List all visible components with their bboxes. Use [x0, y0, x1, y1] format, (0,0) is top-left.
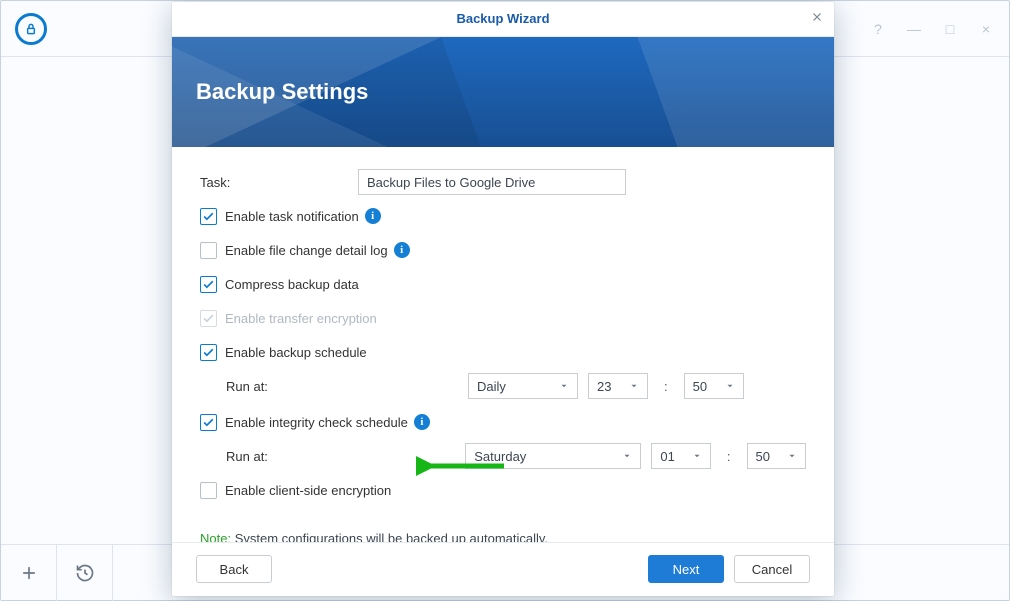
integrity-runat-row: Run at: Saturday 01 : 50	[200, 441, 806, 471]
label-notification[interactable]: Enable task notification	[225, 209, 359, 224]
chevron-down-icon	[725, 381, 735, 391]
chevron-down-icon	[629, 381, 639, 391]
note-label: Note:	[200, 531, 231, 542]
wizard-banner: Backup Settings	[172, 37, 834, 147]
select-schedule-frequency[interactable]: Daily	[468, 373, 578, 399]
task-label: Task:	[200, 175, 348, 190]
wizard-footer: Back Next Cancel	[172, 542, 834, 596]
minimize-icon[interactable]: —	[905, 20, 923, 38]
select-integrity-hour[interactable]: 01	[651, 443, 711, 469]
chevron-down-icon	[787, 451, 797, 461]
time-colon: :	[664, 379, 668, 394]
wizard-titlebar: Backup Wizard	[172, 2, 834, 37]
select-integrity-minute[interactable]: 50	[747, 443, 807, 469]
option-schedule: Enable backup schedule	[200, 337, 806, 367]
time-colon: :	[727, 449, 731, 464]
checkbox-integrity[interactable]	[200, 414, 217, 431]
chevron-down-icon	[622, 451, 632, 461]
label-client-encryption[interactable]: Enable client-side encryption	[225, 483, 391, 498]
runat-label: Run at:	[226, 379, 458, 394]
label-compress[interactable]: Compress backup data	[225, 277, 359, 292]
chevron-down-icon	[692, 451, 702, 461]
wizard-dialog: Backup Wizard Backup Settings Task: Enab…	[172, 2, 834, 596]
help-icon[interactable]: ?	[869, 20, 887, 38]
back-button[interactable]: Back	[196, 555, 272, 583]
close-bg-icon[interactable]: ×	[977, 20, 995, 38]
maximize-icon[interactable]: □	[941, 20, 959, 38]
option-notification: Enable task notification i	[200, 201, 806, 231]
app-logo	[15, 13, 47, 45]
chevron-down-icon	[559, 381, 569, 391]
label-integrity[interactable]: Enable integrity check schedule	[225, 415, 408, 430]
checkbox-changelog[interactable]	[200, 242, 217, 259]
select-schedule-hour[interactable]: 23	[588, 373, 648, 399]
option-changelog: Enable file change detail log i	[200, 235, 806, 265]
runat-label: Run at:	[226, 449, 455, 464]
close-icon[interactable]	[810, 10, 824, 27]
wizard-body: Task: Enable task notification i Enable …	[172, 147, 834, 542]
label-changelog[interactable]: Enable file change detail log	[225, 243, 388, 258]
next-button[interactable]: Next	[648, 555, 724, 583]
info-icon[interactable]: i	[414, 414, 430, 430]
label-transfer-enc: Enable transfer encryption	[225, 311, 377, 326]
option-client-enc: Enable client-side encryption	[200, 475, 806, 505]
select-schedule-minute[interactable]: 50	[684, 373, 744, 399]
page-title: Backup Settings	[196, 79, 368, 105]
wizard-title: Backup Wizard	[456, 11, 549, 26]
info-icon[interactable]: i	[365, 208, 381, 224]
window-controls: ? — □ ×	[869, 20, 995, 38]
schedule-runat-row: Run at: Daily 23 : 50	[200, 371, 806, 401]
label-schedule[interactable]: Enable backup schedule	[225, 345, 367, 360]
note-row: Note: System configurations will be back…	[200, 531, 806, 542]
checkbox-transfer-enc	[200, 310, 217, 327]
info-icon[interactable]: i	[394, 242, 410, 258]
select-integrity-day[interactable]: Saturday	[465, 443, 641, 469]
checkbox-compress[interactable]	[200, 276, 217, 293]
add-button[interactable]	[1, 545, 57, 601]
checkbox-notification[interactable]	[200, 208, 217, 225]
checkbox-schedule[interactable]	[200, 344, 217, 361]
note-text: System configurations will be backed up …	[235, 531, 548, 542]
cancel-button[interactable]: Cancel	[734, 555, 810, 583]
option-integrity: Enable integrity check schedule i	[200, 407, 806, 437]
option-compress: Compress backup data	[200, 269, 806, 299]
history-button[interactable]	[57, 545, 113, 601]
option-transfer-enc: Enable transfer encryption	[200, 303, 806, 333]
task-name-input[interactable]	[358, 169, 626, 195]
task-row: Task:	[200, 167, 806, 197]
checkbox-client-encryption[interactable]	[200, 482, 217, 499]
